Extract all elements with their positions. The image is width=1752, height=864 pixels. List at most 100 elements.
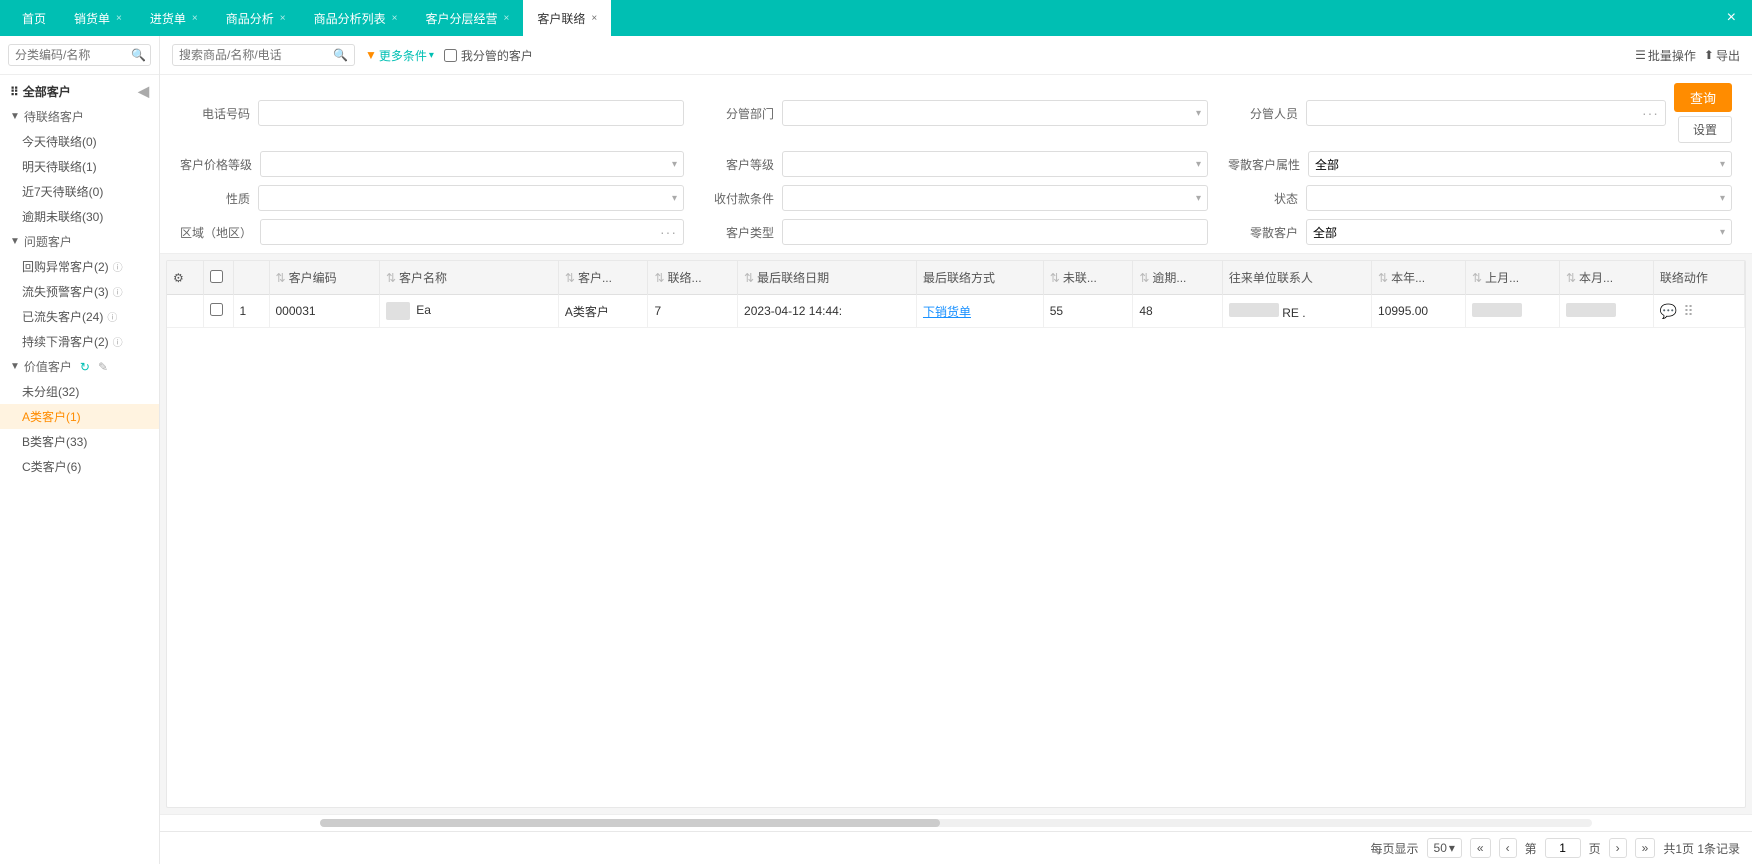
td-actions: 💬 ⠿ <box>1653 295 1744 328</box>
pagination: 每页显示 50 ▾ « ‹ 第 页 › » 共1页 1条记录 <box>160 831 1752 864</box>
sidebar-item-b-class[interactable]: B类客户(33) <box>0 429 159 454</box>
export-btn[interactable]: ⬆ 导出 <box>1704 47 1740 64</box>
customer-level-select[interactable]: ▾ <box>782 151 1208 177</box>
sidebar-collapse-btn[interactable]: ◀ <box>138 83 149 100</box>
scrollbar-thumb[interactable] <box>320 819 940 827</box>
fake-scrollbar[interactable] <box>320 819 1592 827</box>
info-icon: ⓘ <box>113 259 123 274</box>
close-sales-order[interactable]: × <box>116 13 122 24</box>
value-customer-group[interactable]: ▼ 价值客户 ↻ ✎ <box>0 354 159 379</box>
arrow-down-icon: ▼ <box>10 111 20 122</box>
per-page-select[interactable]: 50 ▾ <box>1427 838 1462 858</box>
nav-purchase-order[interactable]: 进货单 × <box>136 0 212 36</box>
row-action-buttons: 💬 ⠿ <box>1660 303 1738 320</box>
close-customer-segment[interactable]: × <box>503 13 509 24</box>
filter-bar: 🔍 ▼ 更多条件 ▾ 我分管的客户 ☰ 批量操作 ⬆ 导出 <box>160 36 1752 75</box>
retail-select[interactable]: 全部 ▾ <box>1306 219 1732 245</box>
nature-select[interactable]: ▾ <box>258 185 684 211</box>
nav-product-analysis-list[interactable]: 商品分析列表 × <box>300 0 412 36</box>
sidebar-item-repurchase-abnormal[interactable]: 回购异常客户(2) ⓘ <box>0 254 159 279</box>
region-select[interactable]: ··· <box>260 219 684 245</box>
sidebar-item-ungroup[interactable]: 未分组(32) <box>0 379 159 404</box>
page-suffix: 页 <box>1589 840 1601 857</box>
close-customer-contact[interactable]: × <box>591 13 597 24</box>
dept-select[interactable]: ▾ <box>782 100 1208 126</box>
refresh-icon[interactable]: ↻ <box>80 360 90 374</box>
nav-sales-order[interactable]: 销货单 × <box>60 0 136 36</box>
main-search-input[interactable] <box>179 48 329 62</box>
payment-select[interactable]: ▾ <box>782 185 1208 211</box>
total-label: 共1页 1条记录 <box>1663 840 1740 857</box>
prev-page-btn[interactable]: ‹ <box>1499 838 1517 858</box>
sidebar-search-icon[interactable]: 🔍 <box>131 48 146 62</box>
page-label: 第 <box>1525 840 1537 857</box>
nav-customer-contact[interactable]: 客户联络 × <box>523 0 611 36</box>
edit-icon[interactable]: ✎ <box>98 360 108 374</box>
sidebar-item-overdue-contact[interactable]: 逾期未联络(30) <box>0 204 159 229</box>
arrow-down-icon-3: ▼ <box>10 361 20 372</box>
first-page-btn[interactable]: « <box>1470 838 1491 858</box>
sidebar-item-c-class[interactable]: C类客户(6) <box>0 454 159 479</box>
sidebar-item-today-contact[interactable]: 今天待联络(0) <box>0 129 159 154</box>
close-purchase-order[interactable]: × <box>192 13 198 24</box>
td-checkbox <box>203 295 233 328</box>
sidebar-item-7day-contact[interactable]: 近7天待联络(0) <box>0 179 159 204</box>
nav-product-analysis[interactable]: 商品分析 × <box>212 0 300 36</box>
sidebar-item-declining[interactable]: 持续下滑客户(2) ⓘ <box>0 329 159 354</box>
dept-label: 分管部门 <box>704 105 774 122</box>
page-input[interactable] <box>1545 838 1581 858</box>
comment-icon[interactable]: 💬 <box>1660 303 1677 320</box>
price-level-select[interactable]: ▾ <box>260 151 684 177</box>
next-page-btn[interactable]: › <box>1609 838 1627 858</box>
close-product-analysis[interactable]: × <box>280 13 286 24</box>
sidebar-search-input[interactable] <box>8 44 151 66</box>
col-sort-icon[interactable]: ⇅ <box>276 271 286 285</box>
pending-contact-group[interactable]: ▼ 待联络客户 <box>0 104 159 129</box>
sidebar-item-churned[interactable]: 已流失客户(24) ⓘ <box>0 304 159 329</box>
main-search-icon[interactable]: 🔍 <box>333 48 348 62</box>
col-sort-icon-9[interactable]: ⇅ <box>1472 271 1482 285</box>
last-contact-method-link[interactable]: 下销货单 <box>923 305 971 319</box>
nav-home[interactable]: 首页 <box>8 0 60 36</box>
status-select[interactable]: ▾ <box>1306 185 1732 211</box>
row-checkbox[interactable] <box>210 303 223 316</box>
setting-button[interactable]: 设置 <box>1678 116 1732 143</box>
last-month-placeholder <box>1472 303 1522 317</box>
query-button[interactable]: 查询 <box>1674 83 1732 112</box>
close-product-analysis-list[interactable]: × <box>392 13 398 24</box>
sidebar-item-churn-warning[interactable]: 流失预警客户(3) ⓘ <box>0 279 159 304</box>
my-customers-checkbox[interactable] <box>444 49 457 62</box>
retail-attr-select[interactable]: 全部 ▾ <box>1308 151 1732 177</box>
problem-customer-group[interactable]: ▼ 问题客户 <box>0 229 159 254</box>
manager-select[interactable]: ··· <box>1306 100 1666 126</box>
filter-row-nature: 性质 ▾ <box>180 185 684 211</box>
batch-op-btn[interactable]: ☰ 批量操作 <box>1635 47 1696 64</box>
col-sort-icon-7[interactable]: ⇅ <box>1139 271 1149 285</box>
col-sort-icon-10[interactable]: ⇅ <box>1566 271 1576 285</box>
col-sort-icon-3[interactable]: ⇅ <box>565 271 575 285</box>
payment-arrow-icon: ▾ <box>1196 193 1201 204</box>
sidebar-item-a-class[interactable]: A类客户(1) <box>0 404 159 429</box>
grid-dots-icon: ⠿ <box>10 85 19 99</box>
col-sort-icon-6[interactable]: ⇅ <box>1050 271 1060 285</box>
more-filter-btn[interactable]: ▼ 更多条件 ▾ <box>365 47 434 64</box>
phone-input[interactable] <box>258 100 684 126</box>
my-customers-checkbox-label[interactable]: 我分管的客户 <box>444 47 533 64</box>
last-page-btn[interactable]: » <box>1635 838 1656 858</box>
sidebar-item-tomorrow-contact[interactable]: 明天待联络(1) <box>0 154 159 179</box>
per-page-arrow-icon: ▾ <box>1449 841 1455 855</box>
customer-type-input[interactable] <box>782 219 1208 245</box>
col-sort-icon-2[interactable]: ⇅ <box>386 271 396 285</box>
retail-attr-arrow-icon: ▾ <box>1720 159 1725 170</box>
customer-level-label: 客户等级 <box>704 156 774 173</box>
nav-customer-segment[interactable]: 客户分层经营 × <box>411 0 523 36</box>
th-overdue: ⇅ 逾期... <box>1133 261 1223 295</box>
close-all-tabs[interactable]: × <box>1719 5 1744 31</box>
settings-gear-icon[interactable]: ⚙ <box>173 271 184 285</box>
col-sort-icon-5[interactable]: ⇅ <box>744 271 754 285</box>
col-sort-icon-4[interactable]: ⇅ <box>654 271 664 285</box>
td-seq: 1 <box>233 295 269 328</box>
select-all-checkbox[interactable] <box>210 270 223 283</box>
col-sort-icon-8[interactable]: ⇅ <box>1378 271 1388 285</box>
qr-icon[interactable]: ⠿ <box>1683 303 1693 320</box>
